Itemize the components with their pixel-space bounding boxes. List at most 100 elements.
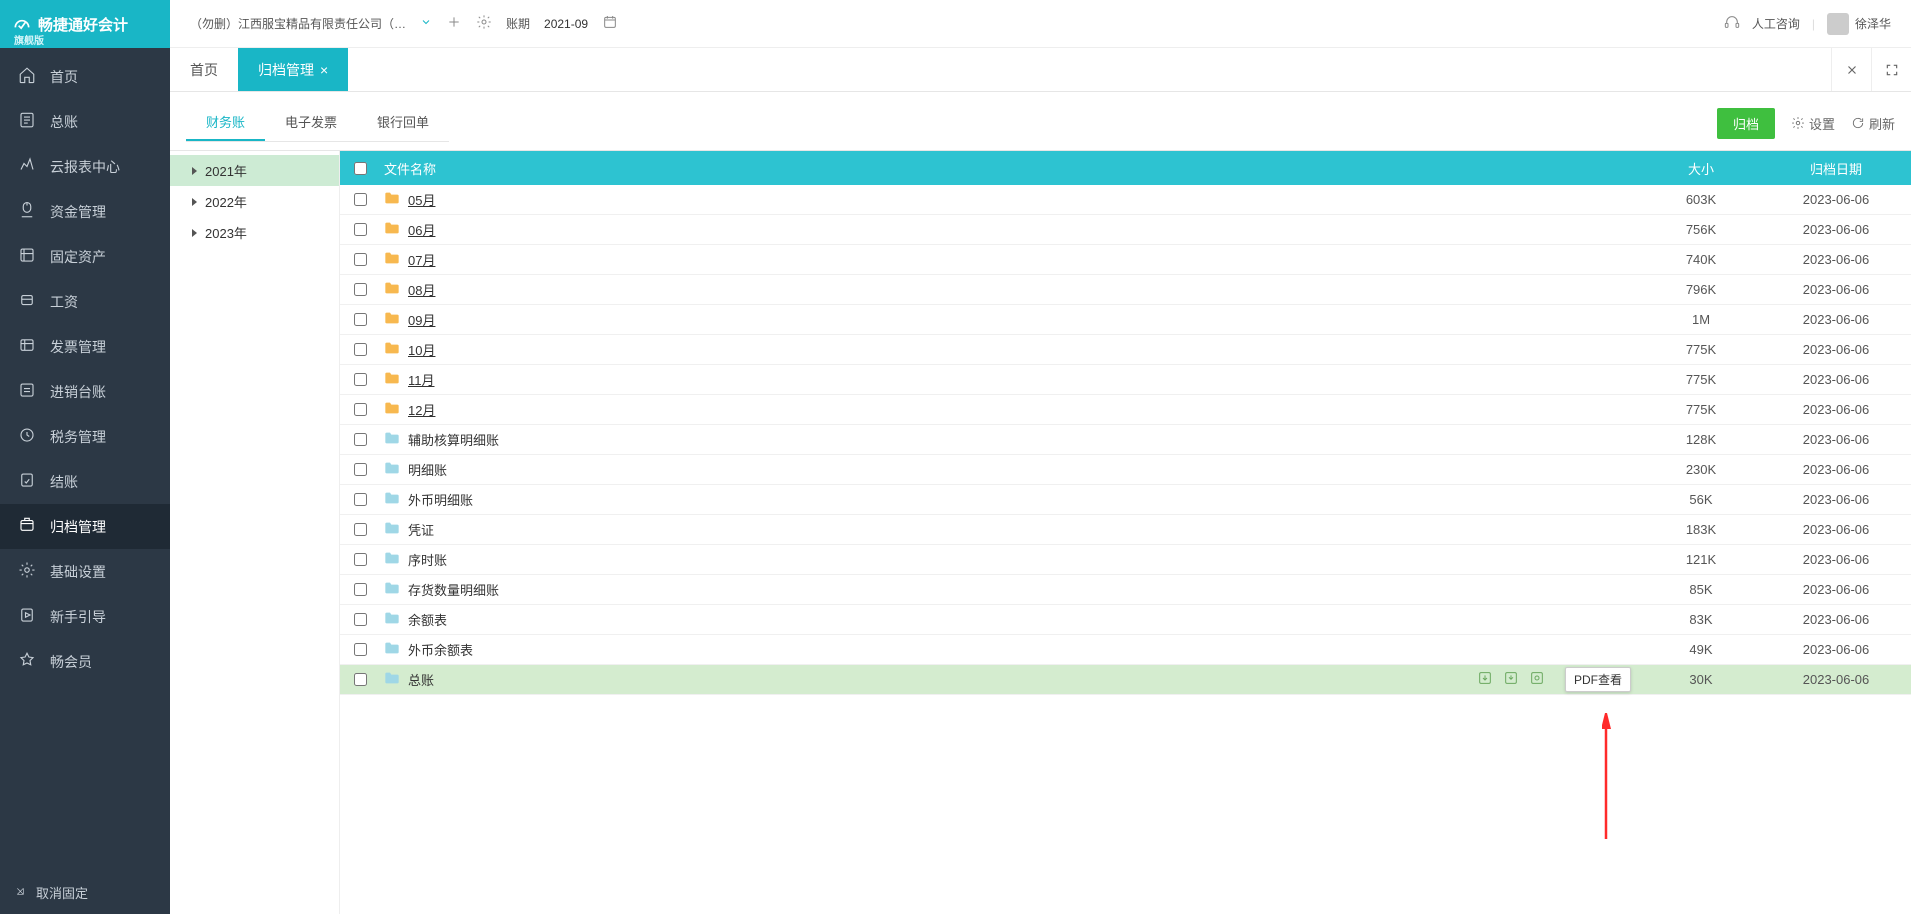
table-row[interactable]: 10月 775K 2023-06-06 [340,335,1911,365]
file-name[interactable]: 06月 [408,220,435,239]
row-checkbox[interactable] [354,223,367,236]
row-checkbox[interactable] [354,493,367,506]
table-row[interactable]: 外币余额表 49K 2023-06-06 [340,635,1911,665]
file-date: 2023-06-06 [1771,312,1911,327]
period-value[interactable]: 2021-09 [544,17,588,31]
table-row[interactable]: 存货数量明细账 85K 2023-06-06 [340,575,1911,605]
year-item[interactable]: 2021年 [170,155,339,186]
row-checkbox[interactable] [354,643,367,656]
file-name[interactable]: 12月 [408,400,435,419]
row-checkbox[interactable] [354,193,367,206]
sidebar-item-13[interactable]: 畅会员 [0,639,170,684]
headset-icon[interactable] [1724,14,1740,33]
table-row[interactable]: 余额表 83K 2023-06-06 [340,605,1911,635]
calendar-icon[interactable] [602,14,618,33]
archive-button-label: 归档 [1733,117,1759,132]
row-checkbox[interactable] [354,553,367,566]
refresh-button[interactable]: 刷新 [1851,114,1895,133]
sidebar-item-10[interactable]: 归档管理 [0,504,170,549]
sidebar-item-12[interactable]: 新手引导 [0,594,170,639]
sidebar-unpin[interactable]: 取消固定 [0,871,170,914]
subtab-einvoice[interactable]: 电子发票 [265,104,357,141]
file-size: 85K [1631,582,1771,597]
table-row[interactable]: 辅助核算明细账 128K 2023-06-06 [340,425,1911,455]
pdf-icon[interactable] [1503,670,1519,689]
year-item[interactable]: 2023年 [170,217,339,248]
sidebar-item-1[interactable]: 总账 [0,99,170,144]
tooltip-pdf-view: PDF查看 [1565,667,1631,692]
row-checkbox[interactable] [354,613,367,626]
row-checkbox[interactable] [354,373,367,386]
table-row[interactable]: 总账 PDF查看 30K 2023-06-06 [340,665,1911,695]
row-checkbox[interactable] [354,583,367,596]
settings-button[interactable]: 设置 [1791,114,1835,133]
subtab-finance[interactable]: 财务账 [186,104,265,141]
tab-home[interactable]: 首页 [170,48,238,91]
fullscreen-icon[interactable] [1871,48,1911,91]
sidebar-item-11[interactable]: 基础设置 [0,549,170,594]
table-row[interactable]: 外币明细账 56K 2023-06-06 [340,485,1911,515]
file-date: 2023-06-06 [1771,672,1911,687]
subtab-bank[interactable]: 银行回单 [357,104,449,141]
sidebar-item-label: 结账 [50,472,78,492]
row-checkbox[interactable] [354,673,367,686]
download-icon[interactable] [1477,670,1493,689]
archive-button[interactable]: 归档 [1717,108,1775,139]
sidebar-item-6[interactable]: 发票管理 [0,324,170,369]
tab-close-icon[interactable]: × [320,62,328,78]
table-row[interactable]: 凭证 183K 2023-06-06 [340,515,1911,545]
file-date: 2023-06-06 [1771,492,1911,507]
sidebar-item-9[interactable]: 结账 [0,459,170,504]
folder-yellow-icon [384,311,400,328]
sidebar-item-7[interactable]: 进销台账 [0,369,170,414]
row-checkbox[interactable] [354,523,367,536]
row-checkbox[interactable] [354,253,367,266]
row-checkbox[interactable] [354,313,367,326]
sidebar-item-3[interactable]: 资金管理 [0,189,170,234]
table-row[interactable]: 05月 603K 2023-06-06 [340,185,1911,215]
sidebar-item-8[interactable]: 税务管理 [0,414,170,459]
table-row[interactable]: 09月 1M 2023-06-06 [340,305,1911,335]
table-row[interactable]: 07月 740K 2023-06-06 [340,245,1911,275]
file-name[interactable]: 05月 [408,190,435,209]
tab-archive[interactable]: 归档管理 × [238,48,348,91]
file-size: 775K [1631,342,1771,357]
table-row[interactable]: 明细账 230K 2023-06-06 [340,455,1911,485]
sidebar-item-0[interactable]: 首页 [0,54,170,99]
row-checkbox[interactable] [354,403,367,416]
row-checkbox[interactable] [354,433,367,446]
file-name[interactable]: 07月 [408,250,435,269]
row-checkbox[interactable] [354,283,367,296]
sidebar-icon [18,516,36,537]
sidebar-item-5[interactable]: 工资 [0,279,170,324]
table-row[interactable]: 11月 775K 2023-06-06 [340,365,1911,395]
close-all-tabs[interactable] [1831,48,1871,91]
select-all-checkbox[interactable] [354,162,367,175]
pdf-view-icon[interactable] [1529,670,1545,689]
file-name[interactable]: 08月 [408,280,435,299]
file-name[interactable]: 10月 [408,340,435,359]
table-row[interactable]: 12月 775K 2023-06-06 [340,395,1911,425]
file-date: 2023-06-06 [1771,642,1911,657]
table-row[interactable]: 06月 756K 2023-06-06 [340,215,1911,245]
file-name: 明细账 [408,460,447,479]
user-menu[interactable]: 徐泽华 [1827,13,1891,35]
company-selector[interactable]: （勿删）江西服宝精品有限责任公司（… [190,15,406,32]
row-checkbox[interactable] [354,343,367,356]
sidebar-item-4[interactable]: 固定资产 [0,234,170,279]
file-name: 余额表 [408,610,447,629]
file-name[interactable]: 09月 [408,310,435,329]
sidebar-item-2[interactable]: 云报表中心 [0,144,170,189]
company-caret-icon[interactable] [420,16,432,31]
file-grid: 文件名称 大小 归档日期 05月 603K 2023-06-06 06月 756… [340,151,1911,914]
main-area: 财务账 电子发票 银行回单 归档 设置 刷新 2021年2022年2023年 文… [170,92,1911,914]
folder-blue-icon [384,461,400,478]
year-item[interactable]: 2022年 [170,186,339,217]
file-name[interactable]: 11月 [408,370,435,389]
table-row[interactable]: 08月 796K 2023-06-06 [340,275,1911,305]
row-checkbox[interactable] [354,463,367,476]
add-icon[interactable] [446,14,462,33]
gear-icon[interactable] [476,14,492,33]
consult-label[interactable]: 人工咨询 [1752,15,1800,32]
table-row[interactable]: 序时账 121K 2023-06-06 [340,545,1911,575]
